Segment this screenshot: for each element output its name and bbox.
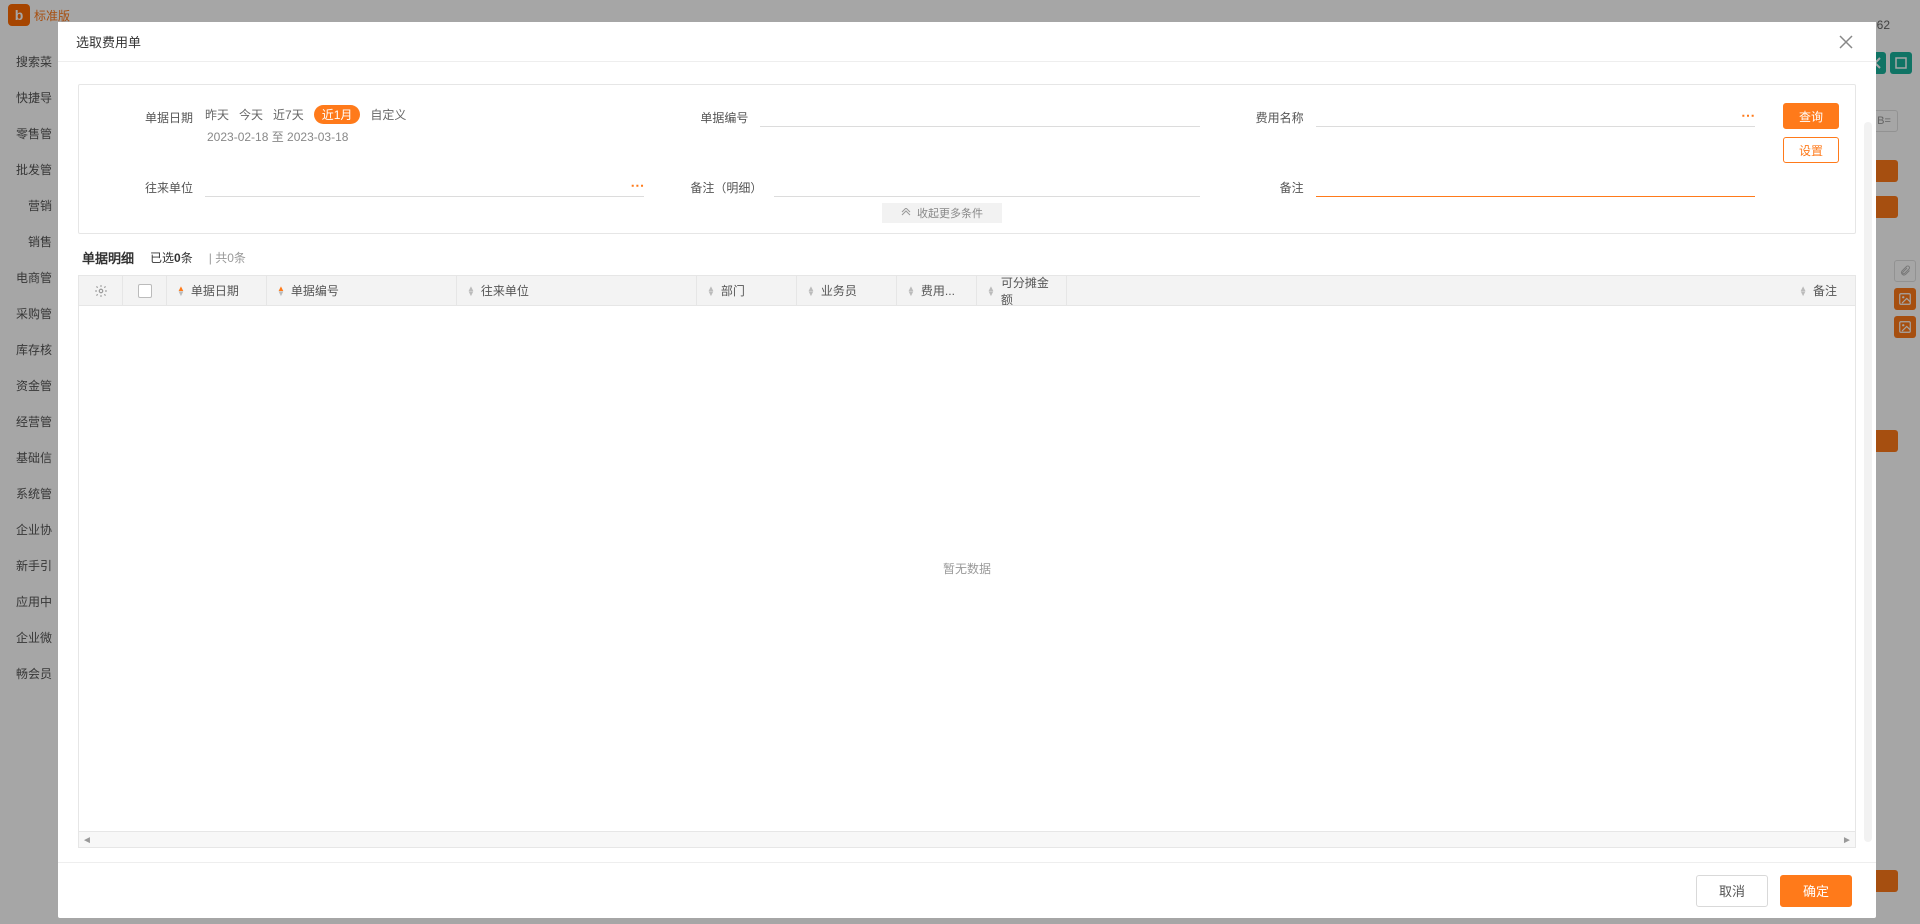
- filter-date-label: 单据日期: [129, 105, 193, 126]
- horizontal-scrollbar[interactable]: ◄ ►: [79, 831, 1855, 847]
- selected-unit: 条: [181, 251, 193, 265]
- sort-icon: ▲▼: [807, 286, 815, 296]
- modal-overlay: 选取费用单 查询 设置 单据日期 昨天: [0, 0, 1920, 924]
- col-label: 单据日期: [191, 282, 239, 299]
- col-header-docno[interactable]: ▲▼ 单据编号: [267, 276, 457, 305]
- sort-icon: ▲▼: [707, 286, 715, 296]
- col-label: 单据编号: [291, 282, 339, 299]
- confirm-button[interactable]: 确定: [1780, 875, 1852, 907]
- filter-feename-label: 费用名称: [1240, 105, 1304, 126]
- filter-remark-label: 备注: [1240, 175, 1304, 196]
- dialog-select-expense: 选取费用单 查询 设置 单据日期 昨天: [58, 22, 1876, 918]
- vertical-scrollbar[interactable]: [1864, 122, 1872, 842]
- table-body-empty: 暂无数据: [79, 306, 1855, 831]
- chevron-up-icon: [901, 208, 911, 218]
- filter-detail-remark-label: 备注（明细）: [684, 175, 762, 196]
- party-input[interactable]: [205, 175, 644, 197]
- column-settings-button[interactable]: [79, 276, 123, 305]
- table-header: ▲▼ 单据日期 ▲▼ 单据编号 ▲▼ 往来单位 ▲▼ 部门: [79, 276, 1855, 306]
- filter-grid: 单据日期 昨天 今天 近7天 近1月 自定义 2023-02-18 至 2023…: [129, 105, 1755, 197]
- cancel-button[interactable]: 取消: [1696, 875, 1768, 907]
- col-label: 业务员: [821, 282, 857, 299]
- filter-party-label: 往来单位: [129, 175, 193, 196]
- date-opt-yesterday[interactable]: 昨天: [205, 106, 229, 123]
- col-label: 可分摊金额: [1001, 274, 1056, 308]
- sort-icon: ▲▼: [987, 286, 995, 296]
- settings-button[interactable]: 设置: [1783, 137, 1839, 163]
- dialog-footer: 取消 确定: [58, 862, 1876, 918]
- dialog-body: 查询 设置 单据日期 昨天 今天 近7天 近1月 自定义: [58, 62, 1876, 862]
- remark-input[interactable]: [1316, 175, 1755, 197]
- filter-feename: 费用名称 ⋯: [1240, 105, 1755, 145]
- filter-panel: 查询 设置 单据日期 昨天 今天 近7天 近1月 自定义: [78, 84, 1856, 234]
- detail-remark-input[interactable]: [774, 175, 1199, 197]
- sort-icon: ▲▼: [907, 286, 915, 296]
- dialog-title: 选取费用单: [76, 32, 141, 51]
- col-header-date[interactable]: ▲▼ 单据日期: [167, 276, 267, 305]
- party-picker-button[interactable]: ⋯: [630, 177, 644, 194]
- col-header-party[interactable]: ▲▼ 往来单位: [457, 276, 697, 305]
- filter-detail-remark: 备注（明细）: [684, 175, 1199, 197]
- selected-prefix: 已选: [150, 251, 174, 265]
- scroll-left-icon[interactable]: ◄: [79, 832, 95, 848]
- close-button[interactable]: [1834, 30, 1858, 54]
- detail-title: 单据明细: [82, 248, 134, 267]
- docno-input[interactable]: [760, 105, 1199, 127]
- selected-number: 0: [174, 251, 181, 265]
- total-label: 共0条: [215, 251, 246, 265]
- col-label: 部门: [721, 282, 745, 299]
- date-opt-today[interactable]: 今天: [239, 106, 263, 123]
- filter-actions: 查询 设置: [1783, 103, 1839, 163]
- feename-picker-button[interactable]: ⋯: [1741, 107, 1755, 124]
- filter-docno: 单据编号: [684, 105, 1199, 145]
- filter-docno-label: 单据编号: [684, 105, 748, 126]
- total-count: | 共0条: [209, 249, 246, 266]
- col-label: 往来单位: [481, 282, 529, 299]
- detail-header-row: 单据明细 已选0条 | 共0条: [82, 248, 1856, 267]
- feename-input[interactable]: [1316, 105, 1755, 127]
- checkbox-icon: [138, 284, 152, 298]
- filter-remark: 备注: [1240, 175, 1755, 197]
- sort-icon: ▲▼: [467, 286, 475, 296]
- collapse-filters-label: 收起更多条件: [917, 205, 983, 221]
- col-header-amount[interactable]: ▲▼ 可分摊金额: [977, 276, 1067, 305]
- col-label: 费用...: [921, 282, 955, 299]
- date-range-display[interactable]: 2023-02-18 至 2023-03-18: [205, 128, 644, 145]
- filter-date: 单据日期 昨天 今天 近7天 近1月 自定义 2023-02-18 至 2023…: [129, 105, 644, 145]
- scroll-right-icon[interactable]: ►: [1839, 832, 1855, 848]
- col-label: 备注: [1813, 282, 1837, 299]
- col-header-dept[interactable]: ▲▼ 部门: [697, 276, 797, 305]
- close-icon: [1839, 35, 1853, 49]
- date-opt-last1m[interactable]: 近1月: [314, 105, 361, 124]
- detail-table: ▲▼ 单据日期 ▲▼ 单据编号 ▲▼ 往来单位 ▲▼ 部门: [78, 275, 1856, 848]
- query-button[interactable]: 查询: [1783, 103, 1839, 129]
- sort-icon: ▲▼: [177, 286, 185, 296]
- collapse-filters-button[interactable]: 收起更多条件: [882, 203, 1002, 223]
- col-header-person[interactable]: ▲▼ 业务员: [797, 276, 897, 305]
- filter-party: 往来单位 ⋯: [129, 175, 644, 197]
- gear-icon: [94, 284, 108, 298]
- sort-icon: ▲▼: [1799, 286, 1807, 296]
- selected-count: 已选0条: [150, 249, 193, 266]
- select-all-checkbox[interactable]: [123, 276, 167, 305]
- empty-text: 暂无数据: [943, 560, 991, 577]
- date-opt-custom[interactable]: 自定义: [370, 106, 406, 123]
- sort-icon: ▲▼: [277, 286, 285, 296]
- col-header-remark[interactable]: ▲▼ 备注: [1067, 276, 1855, 305]
- date-opt-last7[interactable]: 近7天: [273, 106, 304, 123]
- col-header-fee[interactable]: ▲▼ 费用...: [897, 276, 977, 305]
- dialog-header: 选取费用单: [58, 22, 1876, 62]
- date-quick-options: 昨天 今天 近7天 近1月 自定义: [205, 105, 644, 124]
